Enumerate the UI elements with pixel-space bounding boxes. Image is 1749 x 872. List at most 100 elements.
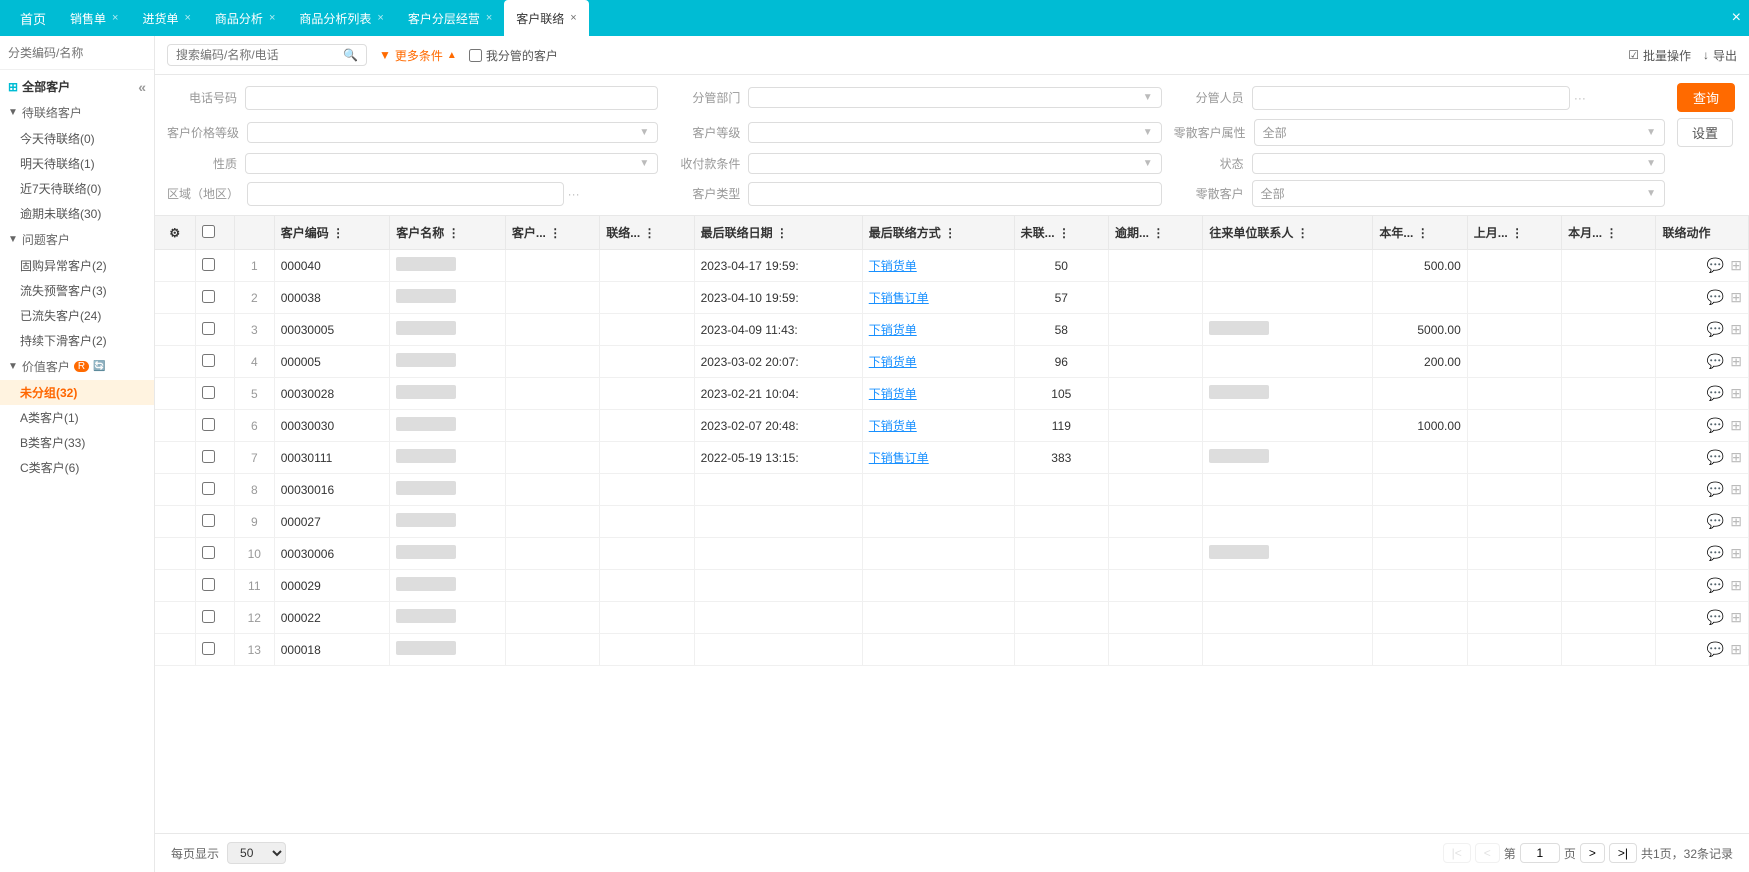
field-manager-input[interactable] xyxy=(1252,86,1570,110)
nav-tab-analysis[interactable]: 商品分析 × xyxy=(203,0,287,36)
th-contacts-person[interactable]: 往来单位联系人 ⋮ xyxy=(1203,216,1373,250)
row-checkbox[interactable] xyxy=(202,610,215,623)
nav-tab-sales[interactable]: 销售单 × xyxy=(58,0,130,36)
grid-action-icon[interactable]: ⊞ xyxy=(1730,417,1742,434)
message-icon[interactable]: 💬 xyxy=(1707,609,1724,626)
sidebar-group-value[interactable]: ▼ 价值客户 R 🔄 xyxy=(0,353,154,380)
grid-action-icon[interactable]: ⊞ xyxy=(1730,353,1742,370)
close-customer-contact-icon[interactable]: × xyxy=(570,12,576,24)
close-analysis-icon[interactable]: × xyxy=(269,12,275,24)
message-icon[interactable]: 💬 xyxy=(1707,321,1724,338)
grid-action-icon[interactable]: ⊞ xyxy=(1730,609,1742,626)
sidebar-item-B[interactable]: B类客户(33) xyxy=(0,430,154,455)
th-this-month[interactable]: 本月... ⋮ xyxy=(1562,216,1656,250)
row-last-contact-way[interactable]: 下销售订单 xyxy=(862,282,1014,314)
grid-action-icon[interactable]: ⊞ xyxy=(1730,545,1742,562)
row-checkbox[interactable] xyxy=(202,578,215,591)
field-nature-select[interactable]: ▼ xyxy=(245,153,658,174)
field-price-level-select[interactable]: ▼ xyxy=(247,122,658,143)
row-checkbox[interactable] xyxy=(202,418,215,431)
nav-tab-analysis-list[interactable]: 商品分析列表 × xyxy=(287,0,395,36)
sidebar-item-C[interactable]: C类客户(6) xyxy=(0,455,154,480)
sidebar-group-problem[interactable]: ▼ 问题客户 xyxy=(0,226,154,253)
message-icon[interactable]: 💬 xyxy=(1707,257,1724,274)
sidebar-item-overdue[interactable]: 逾期未联络(30) xyxy=(0,201,154,226)
grid-action-icon[interactable]: ⊞ xyxy=(1730,513,1742,530)
nav-tab-purchase[interactable]: 进货单 × xyxy=(130,0,202,36)
collapse-sidebar-icon[interactable]: « xyxy=(138,79,146,95)
th-type[interactable]: 客户... ⋮ xyxy=(505,216,599,250)
my-customers-filter[interactable]: 我分管的客户 xyxy=(469,47,558,64)
th-contact[interactable]: 联络... ⋮ xyxy=(600,216,694,250)
sidebar-search-input[interactable] xyxy=(8,46,155,60)
row-last-contact-way[interactable]: 下销售订单 xyxy=(862,442,1014,474)
refresh-icon[interactable]: 🔄 xyxy=(93,361,105,372)
last-page-btn[interactable]: >| xyxy=(1609,843,1637,863)
row-checkbox[interactable] xyxy=(202,546,215,559)
nav-tab-customer-mgr[interactable]: 客户分层经营 × xyxy=(396,0,504,36)
row-last-contact-way[interactable]: 下销货单 xyxy=(862,346,1014,378)
field-region-input[interactable] xyxy=(247,182,564,206)
th-gear[interactable]: ⚙ xyxy=(155,216,195,250)
sidebar-item-lost[interactable]: 已流失客户(24) xyxy=(0,303,154,328)
row-last-contact-way[interactable]: 下销货单 xyxy=(862,410,1014,442)
message-icon[interactable]: 💬 xyxy=(1707,385,1724,402)
sidebar-item-lost-warn[interactable]: 流失预警客户(3) xyxy=(0,278,154,303)
field-payment-select[interactable]: ▼ xyxy=(748,153,1161,174)
row-last-contact-way[interactable] xyxy=(862,570,1014,602)
page-number-input[interactable] xyxy=(1520,843,1560,863)
reset-button[interactable]: 设置 xyxy=(1677,118,1733,147)
row-last-contact-way[interactable] xyxy=(862,602,1014,634)
message-icon[interactable]: 💬 xyxy=(1707,545,1724,562)
row-last-contact-way[interactable] xyxy=(862,506,1014,538)
filter-search-input[interactable] xyxy=(176,48,343,62)
nav-home[interactable]: 首页 xyxy=(8,9,58,28)
message-icon[interactable]: 💬 xyxy=(1707,641,1724,658)
batch-operation-btn[interactable]: ☑ 批量操作 xyxy=(1628,47,1691,64)
manager-dots-icon[interactable]: ··· xyxy=(1574,91,1586,105)
th-last-contact-way[interactable]: 最后联络方式 ⋮ xyxy=(862,216,1014,250)
field-phone-input[interactable] xyxy=(245,86,658,110)
close-customer-mgr-icon[interactable]: × xyxy=(486,12,492,24)
row-checkbox[interactable] xyxy=(202,642,215,655)
per-page-select[interactable]: 50 100 xyxy=(227,842,286,864)
row-checkbox[interactable] xyxy=(202,514,215,527)
grid-action-icon[interactable]: ⊞ xyxy=(1730,577,1742,594)
message-icon[interactable]: 💬 xyxy=(1707,449,1724,466)
grid-action-icon[interactable]: ⊞ xyxy=(1730,257,1742,274)
select-all-checkbox[interactable] xyxy=(202,225,215,238)
field-customer-type-input[interactable] xyxy=(748,182,1161,206)
row-last-contact-way[interactable]: 下销货单 xyxy=(862,314,1014,346)
sidebar-item-tomorrow[interactable]: 明天待联络(1) xyxy=(0,151,154,176)
th-no-contact[interactable]: 未联... ⋮ xyxy=(1014,216,1108,250)
message-icon[interactable]: 💬 xyxy=(1707,481,1724,498)
row-last-contact-way[interactable]: 下销货单 xyxy=(862,378,1014,410)
row-checkbox[interactable] xyxy=(202,482,215,495)
grid-action-icon[interactable]: ⊞ xyxy=(1730,449,1742,466)
message-icon[interactable]: 💬 xyxy=(1707,513,1724,530)
all-customers-header[interactable]: ⊞ 全部客户 « xyxy=(0,70,154,99)
close-sales-icon[interactable]: × xyxy=(112,12,118,24)
sidebar-item-decreasing[interactable]: 持续下滑客户(2) xyxy=(0,328,154,353)
window-close-icon[interactable]: × xyxy=(1732,9,1741,27)
row-checkbox[interactable] xyxy=(202,258,215,271)
field-dept-select[interactable]: ▼ xyxy=(748,87,1161,108)
sidebar-item-ungraded[interactable]: 未分组(32) xyxy=(0,380,154,405)
sidebar-group-pending[interactable]: ▼ 待联络客户 xyxy=(0,99,154,126)
row-checkbox[interactable] xyxy=(202,386,215,399)
th-name[interactable]: 客户名称 ⋮ xyxy=(390,216,506,250)
close-purchase-icon[interactable]: × xyxy=(184,12,190,24)
th-last-month[interactable]: 上月... ⋮ xyxy=(1467,216,1561,250)
th-code[interactable]: 客户编码 ⋮ xyxy=(274,216,390,250)
grid-action-icon[interactable]: ⊞ xyxy=(1730,385,1742,402)
th-last-contact-date[interactable]: 最后联络日期 ⋮ xyxy=(694,216,862,250)
field-customer-level-select[interactable]: ▼ xyxy=(748,122,1161,143)
my-customers-checkbox[interactable] xyxy=(469,49,482,62)
row-checkbox[interactable] xyxy=(202,290,215,303)
message-icon[interactable]: 💬 xyxy=(1707,353,1724,370)
row-checkbox[interactable] xyxy=(202,354,215,367)
row-last-contact-way[interactable] xyxy=(862,634,1014,666)
grid-action-icon[interactable]: ⊞ xyxy=(1730,289,1742,306)
close-analysis-list-icon[interactable]: × xyxy=(377,12,383,24)
next-page-btn[interactable]: > xyxy=(1580,843,1605,863)
